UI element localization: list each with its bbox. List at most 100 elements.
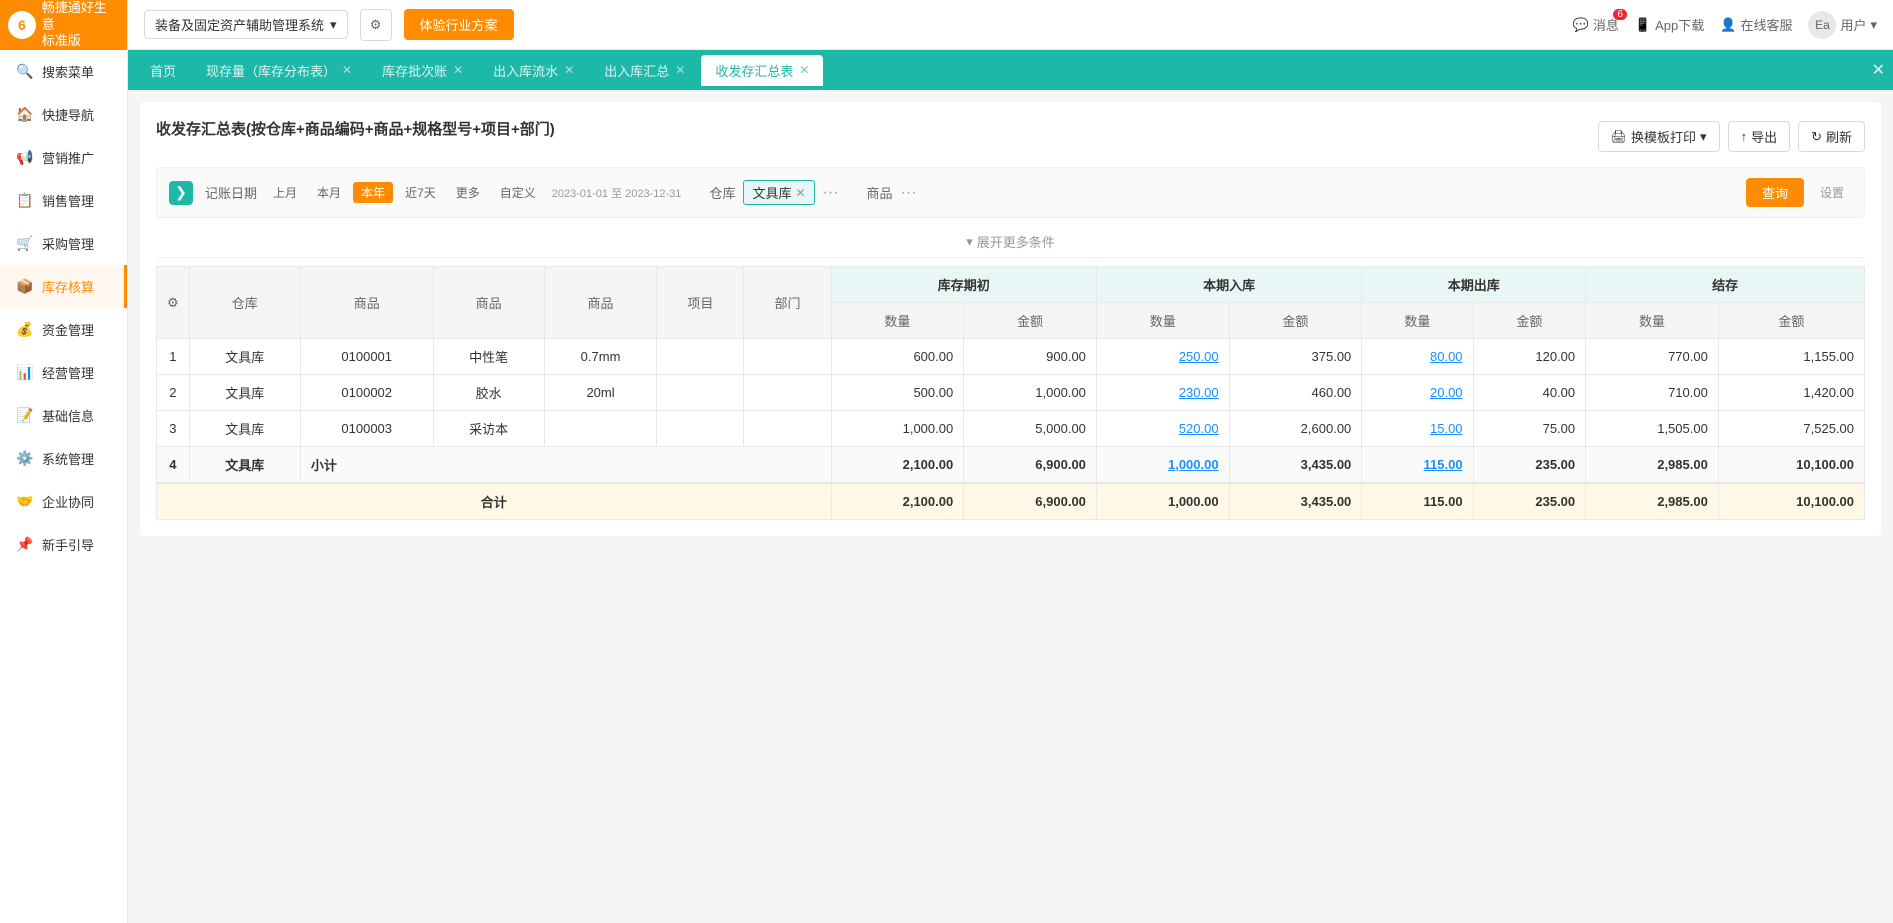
tab-recv-send-summary-close[interactable]: ✕ xyxy=(799,63,809,77)
expand-conditions-button[interactable]: ▾ 展开更多条件 xyxy=(966,232,1055,251)
tab-stock-summary[interactable]: 出入库汇总 ✕ xyxy=(590,55,699,86)
refresh-button[interactable]: ↻ 刷新 xyxy=(1798,121,1865,152)
tab-stock-summary-close[interactable]: ✕ xyxy=(675,63,685,77)
tab-recv-send-summary[interactable]: 收发存汇总表 ✕ xyxy=(701,55,823,86)
row3-in-qty[interactable]: 520.00 xyxy=(1096,411,1229,447)
app-logo: 6 畅捷通好生意 标准版 xyxy=(0,0,127,50)
data-table: ⚙ 仓库 商品 商品 商品 项目 部门 库存期初 本期入库 本期出库 结存 xyxy=(156,266,1865,520)
user-menu[interactable]: Ea 用户 ▾ xyxy=(1808,11,1877,39)
sidebar-item-quick-nav[interactable]: 🏠 快捷导航 xyxy=(0,93,127,136)
chevron-down-icon: ▾ xyxy=(1700,129,1707,145)
trial-button[interactable]: 体验行业方案 xyxy=(404,9,514,40)
finance-icon: 💰 xyxy=(16,321,34,338)
inventory-icon: 📦 xyxy=(16,278,34,295)
row2-in-qty[interactable]: 230.00 xyxy=(1096,375,1229,411)
warehouse-tag-close[interactable]: ✕ xyxy=(795,186,805,200)
subtotal-out-qty[interactable]: 115.00 xyxy=(1362,447,1473,484)
sidebar-item-inventory[interactable]: 📦 库存核算 xyxy=(0,265,127,308)
th-spec: 商品 xyxy=(544,267,657,339)
row2-out-qty[interactable]: 20.00 xyxy=(1362,375,1473,411)
subtotal-label: 小计 xyxy=(300,447,831,484)
table-settings-col[interactable]: ⚙ xyxy=(157,267,190,339)
sidebar-item-guide[interactable]: 📌 新手引导 xyxy=(0,523,127,566)
sidebar-item-label: 企业协同 xyxy=(42,492,94,511)
sidebar-item-cooperation[interactable]: 🤝 企业协同 xyxy=(0,480,127,523)
sidebar-item-label: 营销推广 xyxy=(42,148,94,167)
print-template-button[interactable]: 🖨 换模板打印 ▾ xyxy=(1598,121,1720,152)
guide-icon: 📌 xyxy=(16,536,34,553)
row3-bal-qty: 1,505.00 xyxy=(1586,411,1719,447)
date-shortcut-more[interactable]: 更多 xyxy=(448,182,488,203)
row1-out-qty[interactable]: 80.00 xyxy=(1362,339,1473,375)
date-shortcut-custom[interactable]: 自定义 xyxy=(492,182,544,203)
total-open-amt: 6,900.00 xyxy=(964,483,1097,520)
tab-stock-flow[interactable]: 出入库流水 ✕ xyxy=(479,55,588,86)
total-label: 合计 xyxy=(157,483,832,520)
row1-bal-amt: 1,155.00 xyxy=(1718,339,1864,375)
close-all-tabs[interactable]: ✕ xyxy=(1872,60,1885,80)
sidebar-item-sales[interactable]: 📋 销售管理 xyxy=(0,179,127,222)
settings-button[interactable]: ⚙ xyxy=(360,9,392,41)
row3-out-qty[interactable]: 15.00 xyxy=(1362,411,1473,447)
sidebar-item-finance[interactable]: 💰 资金管理 xyxy=(0,308,127,351)
date-shortcut-this-year[interactable]: 本年 xyxy=(353,182,393,203)
tab-stock-summary-label: 出入库汇总 xyxy=(604,61,669,80)
subtotal-open-qty: 2,100.00 xyxy=(831,447,964,484)
sidebar-item-label: 新手引导 xyxy=(42,535,94,554)
filter-collapse-button[interactable]: ❯ xyxy=(169,181,193,205)
sidebar-item-marketing[interactable]: 📢 营销推广 xyxy=(0,136,127,179)
online-service-button[interactable]: 👤 在线客服 xyxy=(1720,15,1792,34)
row1-in-qty[interactable]: 250.00 xyxy=(1096,339,1229,375)
row2-project xyxy=(657,375,744,411)
row1-code: 0100001 xyxy=(300,339,433,375)
sidebar: 6 畅捷通好生意 标准版 🔍 搜索菜单 🏠 快捷导航 📢 营销推广 📋 销售管理… xyxy=(0,0,128,923)
tab-stock-flow-close[interactable]: ✕ xyxy=(564,63,574,77)
logo-icon: 6 xyxy=(8,11,36,39)
tab-home-label: 首页 xyxy=(150,61,176,80)
table-settings-link[interactable]: 设置 xyxy=(1812,179,1852,206)
sidebar-item-search[interactable]: 🔍 搜索菜单 xyxy=(0,50,127,93)
th-goods: 商品 xyxy=(433,267,544,339)
expand-conditions-label: 展开更多条件 xyxy=(977,232,1055,251)
tab-batch-ledger[interactable]: 库存批次账 ✕ xyxy=(368,55,477,86)
tab-inventory-dist[interactable]: 现存量（库存分布表） ✕ xyxy=(192,55,366,86)
tab-inventory-dist-close[interactable]: ✕ xyxy=(342,63,352,77)
subtotal-bal-amt: 10,100.00 xyxy=(1718,447,1864,484)
sidebar-item-basic-info[interactable]: 📝 基础信息 xyxy=(0,394,127,437)
row3-out-amt: 75.00 xyxy=(1473,411,1586,447)
purchase-icon: 🛒 xyxy=(16,235,34,252)
row1-in-amt: 375.00 xyxy=(1229,339,1362,375)
query-button[interactable]: 查询 xyxy=(1746,178,1804,207)
total-bal-qty: 2,985.00 xyxy=(1586,483,1719,520)
date-shortcut-last-month[interactable]: 上月 xyxy=(265,182,305,203)
row3-project xyxy=(657,411,744,447)
app-download-button[interactable]: 📱 App下载 xyxy=(1635,15,1704,34)
sidebar-item-purchase[interactable]: 🛒 采购管理 xyxy=(0,222,127,265)
row3-open-qty: 1,000.00 xyxy=(831,411,964,447)
message-icon: 💬 xyxy=(1573,17,1589,33)
row2-dept xyxy=(744,375,831,411)
sidebar-item-label: 库存核算 xyxy=(42,277,94,296)
date-filter-section: 记账日期 上月 本月 本年 近7天 更多 自定义 2023-01-01 至 20… xyxy=(205,182,681,203)
goods-filter-more[interactable]: ··· xyxy=(901,184,917,202)
th-in-amt: 金额 xyxy=(1229,303,1362,339)
date-filter-label: 记账日期 xyxy=(205,183,257,202)
page-panel: 收发存汇总表(按仓库+商品编码+商品+规格型号+项目+部门) 🖨 换模板打印 ▾… xyxy=(140,102,1881,536)
row1-open-amt: 900.00 xyxy=(964,339,1097,375)
sidebar-item-business[interactable]: 📊 经营管理 xyxy=(0,351,127,394)
warehouse-filter-more[interactable]: ··· xyxy=(823,184,839,202)
date-shortcut-this-month[interactable]: 本月 xyxy=(309,182,349,203)
export-button[interactable]: ↑ 导出 xyxy=(1728,121,1791,152)
tab-home[interactable]: 首页 xyxy=(136,55,190,86)
user-label: 用户 xyxy=(1840,15,1866,34)
refresh-label: 刷新 xyxy=(1826,127,1852,146)
tabbar: 首页 现存量（库存分布表） ✕ 库存批次账 ✕ 出入库流水 ✕ 出入库汇总 ✕ … xyxy=(128,50,1893,90)
row2-open-amt: 1,000.00 xyxy=(964,375,1097,411)
subtotal-in-qty[interactable]: 1,000.00 xyxy=(1096,447,1229,484)
tab-batch-ledger-close[interactable]: ✕ xyxy=(453,63,463,77)
sidebar-item-system[interactable]: ⚙️ 系统管理 xyxy=(0,437,127,480)
date-shortcut-last-7days[interactable]: 近7天 xyxy=(397,182,444,203)
subtotal-open-amt: 6,900.00 xyxy=(964,447,1097,484)
system-selector[interactable]: 装备及固定资产辅助管理系统 ▾ xyxy=(144,10,348,39)
message-button[interactable]: 💬 消息 6 xyxy=(1573,15,1619,34)
